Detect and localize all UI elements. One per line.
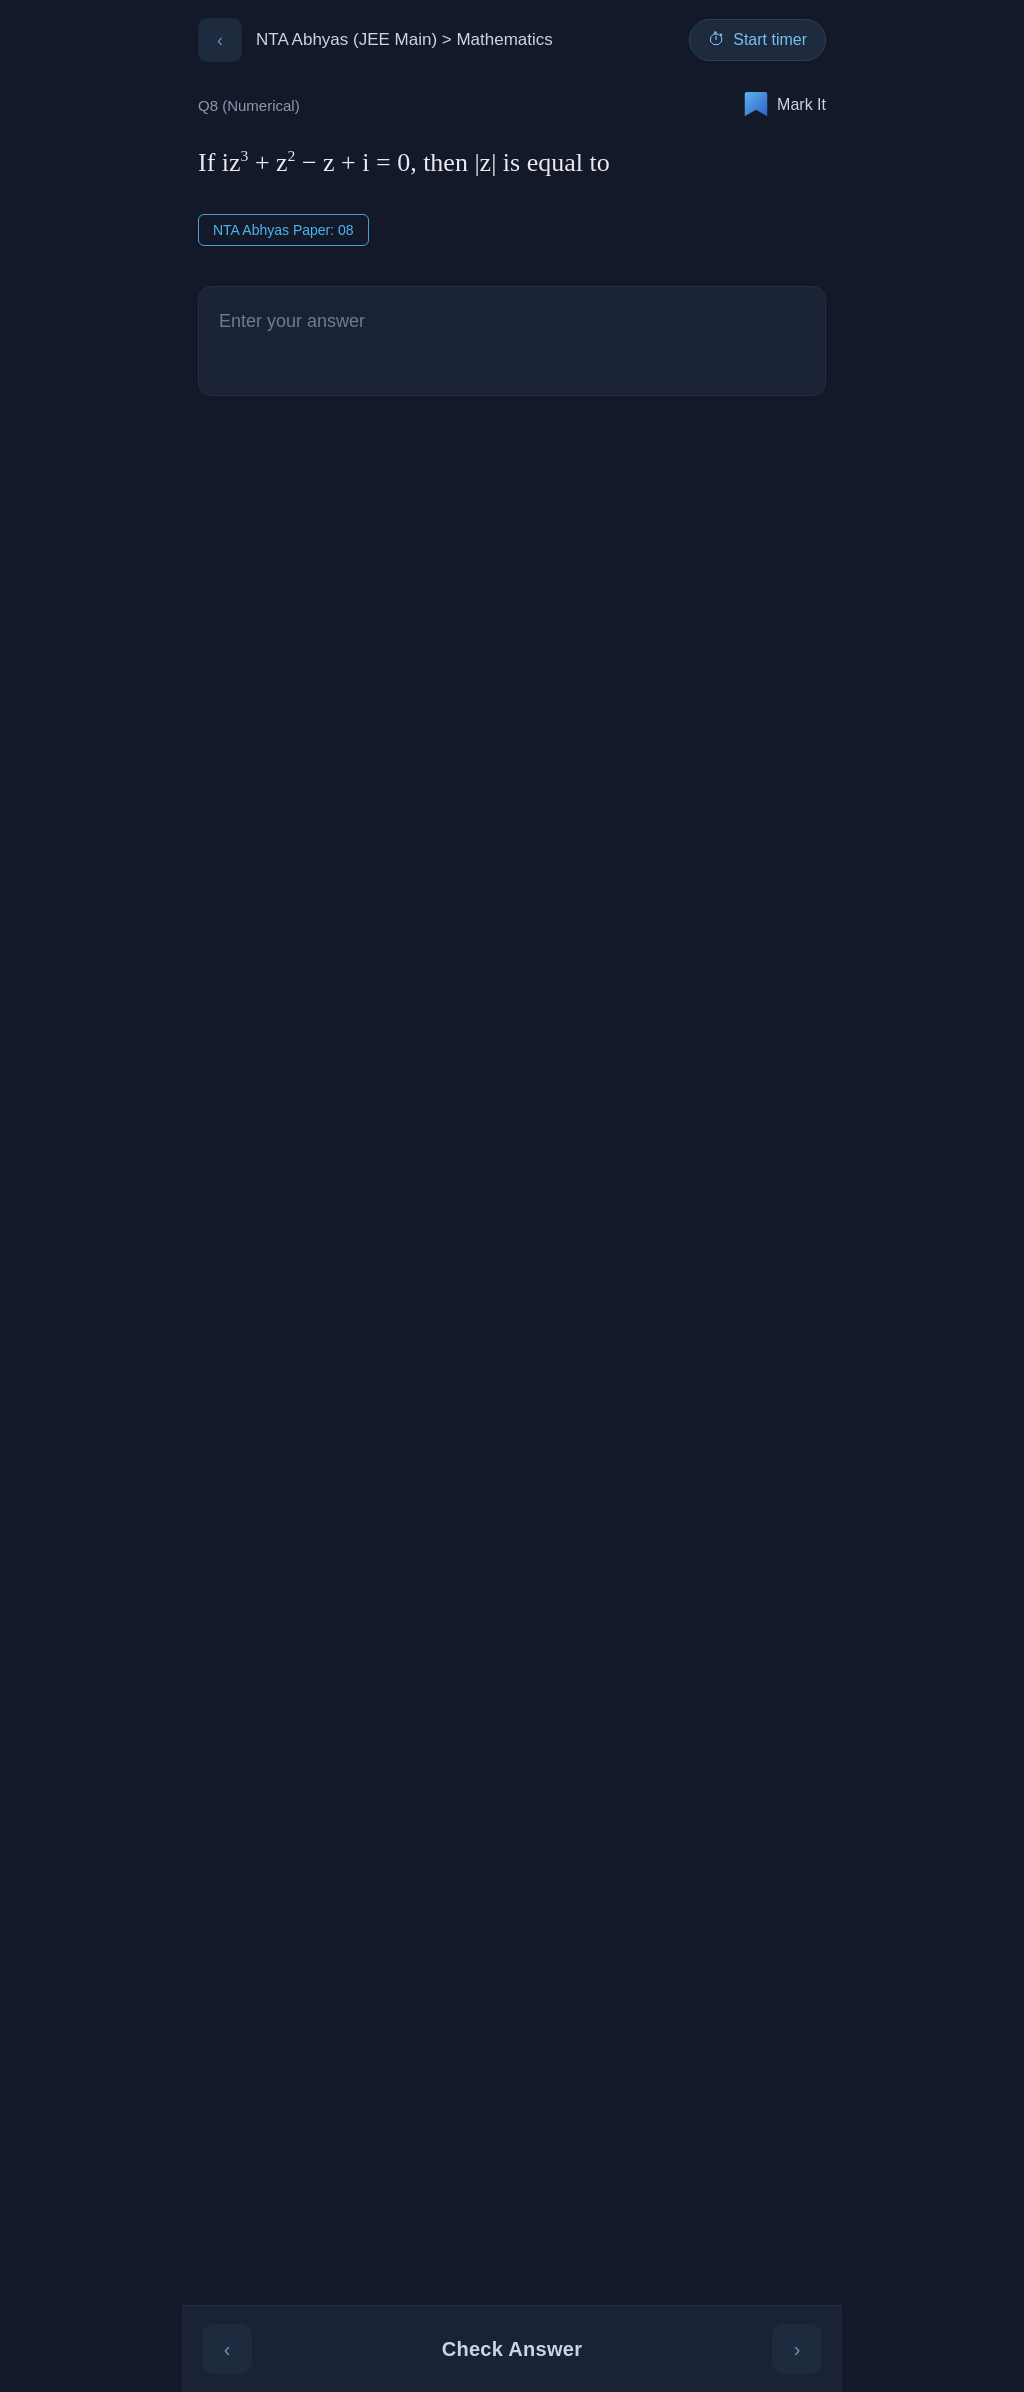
- back-button[interactable]: ‹: [198, 18, 242, 62]
- timer-icon: ⏱: [708, 30, 725, 50]
- header-title: NTA Abhyas (JEE Main) > Mathematics: [256, 30, 553, 50]
- bookmark-icon: [743, 90, 769, 120]
- question-content: If iz3 + z2 − z + i = 0, then |z| is equ…: [182, 128, 842, 204]
- question-text: If iz3 + z2 − z + i = 0, then |z| is equ…: [198, 142, 826, 184]
- question-label: Q8 (Numerical): [198, 97, 300, 114]
- mark-it-label: Mark It: [777, 96, 826, 114]
- paper-tag: NTA Abhyas Paper: 08: [198, 214, 369, 246]
- answer-area: [198, 286, 826, 396]
- prev-button[interactable]: ‹: [202, 2324, 252, 2374]
- check-answer-button[interactable]: Check Answer: [442, 2338, 583, 2361]
- question-label-row: Q8 (Numerical) Mark It: [182, 80, 842, 128]
- header: ‹ NTA Abhyas (JEE Main) > Mathematics ⏱ …: [182, 0, 842, 80]
- mark-it-button[interactable]: Mark It: [743, 90, 826, 120]
- next-icon: ›: [794, 2338, 801, 2361]
- timer-label: Start timer: [733, 31, 807, 49]
- check-answer-label: Check Answer: [442, 2338, 583, 2360]
- header-left: ‹ NTA Abhyas (JEE Main) > Mathematics: [198, 18, 553, 62]
- tag-row: NTA Abhyas Paper: 08: [182, 204, 842, 270]
- bottom-bar: ‹ Check Answer ›: [182, 2305, 842, 2392]
- start-timer-button[interactable]: ⏱ Start timer: [689, 19, 826, 61]
- answer-input[interactable]: [219, 311, 805, 332]
- next-button[interactable]: ›: [772, 2324, 822, 2374]
- back-icon: ‹: [217, 30, 223, 51]
- prev-icon: ‹: [224, 2338, 231, 2361]
